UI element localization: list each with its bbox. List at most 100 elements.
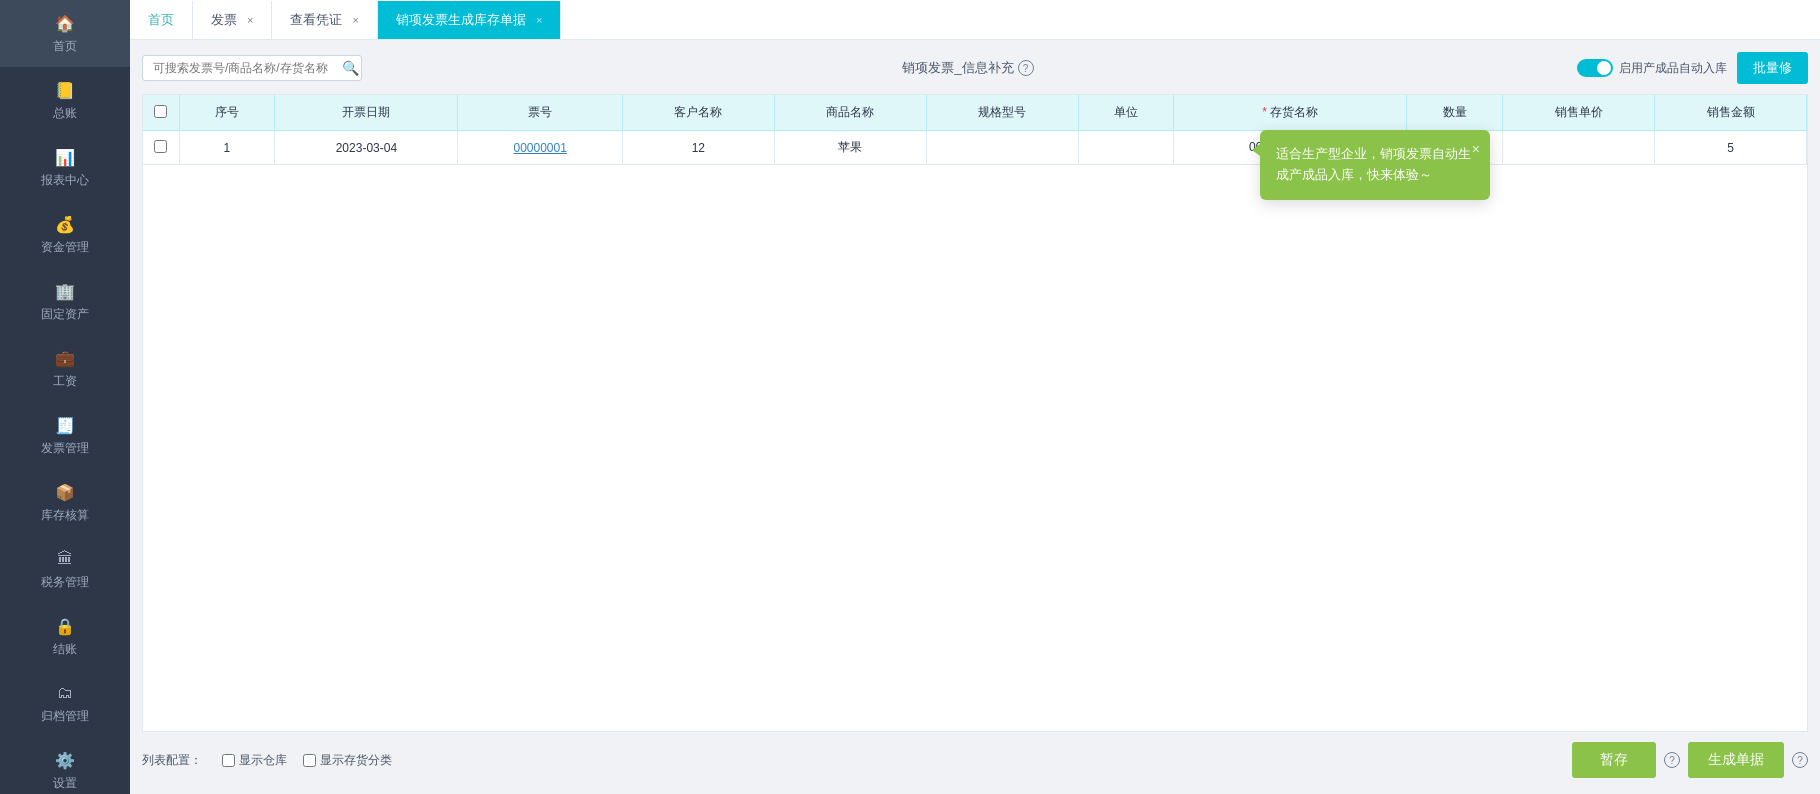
info-label: 销项发票_信息补充 ? (902, 59, 1033, 77)
sidebar-item-tax[interactable]: 🏛 税务管理 (0, 536, 130, 603)
tab-invoice[interactable]: 发票 × (193, 1, 272, 39)
info-help-icon[interactable]: ? (1018, 60, 1034, 76)
sidebar-label-tax: 税务管理 (41, 574, 89, 591)
auto-warehouse-toggle[interactable] (1577, 59, 1613, 77)
tab-bar: 首页 发票 × 查看凭证 × 销项发票生成库存单据 × (130, 0, 1820, 40)
row-spec (926, 131, 1078, 165)
select-all-checkbox[interactable] (154, 105, 167, 118)
inventory-icon: 📦 (54, 481, 76, 503)
settings-icon: ⚙️ (54, 749, 76, 771)
sidebar-label-ledger: 总账 (53, 105, 77, 122)
header-checkbox-cell (143, 95, 179, 131)
sidebar-label-assets: 固定资产 (41, 306, 89, 323)
data-table-wrapper: 序号 开票日期 票号 客户名称 商品名称 规格型号 单位 存货名称 数量 销售单… (142, 94, 1808, 732)
show-category-checkbox[interactable] (303, 754, 316, 767)
sidebar-label-home: 首页 (53, 38, 77, 55)
search-area: 🔍 (142, 55, 359, 81)
header-unit-price: 销售单价 (1503, 95, 1655, 131)
sidebar-item-salary[interactable]: 💼 工资 (0, 335, 130, 402)
sidebar-label-inventory: 库存核算 (41, 507, 89, 524)
row-amount: 5 (1655, 131, 1807, 165)
tab-invoice-label: 发票 (211, 11, 237, 29)
sidebar: 🏠 首页 📒 总账 📊 报表中心 💰 资金管理 🏢 固定资产 💼 工资 🧾 发票… (0, 0, 130, 794)
ticket-link[interactable]: 00000001 (514, 141, 567, 155)
sidebar-label-archive: 归档管理 (41, 708, 89, 725)
sidebar-label-close: 结账 (53, 641, 77, 658)
assets-icon: 🏢 (54, 280, 76, 302)
tooltip-text: 适合生产型企业，销项发票自动生成产成品入库，快来体验～ (1276, 146, 1471, 182)
sidebar-item-inventory[interactable]: 📦 库存核算 (0, 469, 130, 536)
row-product: 苹果 (774, 131, 926, 165)
header-amount: 销售金额 (1655, 95, 1807, 131)
tooltip-popup: × 适合生产型企业，销项发票自动生成产成品入库，快来体验～ (1260, 130, 1490, 200)
tax-icon: 🏛 (54, 548, 76, 570)
generate-button[interactable]: 生成单据 (1688, 742, 1784, 778)
header-seq: 序号 (179, 95, 275, 131)
row-seq: 1 (179, 131, 275, 165)
tab-view-voucher-close[interactable]: × (352, 14, 358, 26)
show-warehouse-label[interactable]: 显示仓库 (222, 752, 287, 769)
sidebar-item-settings[interactable]: ⚙️ 设置 (0, 737, 130, 794)
sidebar-item-home[interactable]: 🏠 首页 (0, 0, 130, 67)
sidebar-item-invoice-mgmt[interactable]: 🧾 发票管理 (0, 402, 130, 469)
main-area: 首页 发票 × 查看凭证 × 销项发票生成库存单据 × 🔍 销项发票_信息补充 … (130, 0, 1820, 794)
tab-view-voucher-label: 查看凭证 (290, 11, 342, 29)
content-area: 🔍 销项发票_信息补充 ? 启用产成品自动入库 批量修 (130, 40, 1820, 794)
data-table: 序号 开票日期 票号 客户名称 商品名称 规格型号 单位 存货名称 数量 销售单… (143, 95, 1807, 165)
show-category-label[interactable]: 显示存货分类 (303, 752, 392, 769)
row-ticket-no[interactable]: 00000001 (458, 131, 622, 165)
tab-cancel-invoice[interactable]: 销项发票生成库存单据 × (378, 1, 561, 39)
save-help-icon[interactable]: ? (1664, 752, 1680, 768)
table-header: 序号 开票日期 票号 客户名称 商品名称 规格型号 单位 存货名称 数量 销售单… (143, 95, 1807, 131)
tab-home-label: 首页 (148, 11, 174, 29)
header-qty: 数量 (1407, 95, 1503, 131)
row-checkbox[interactable] (154, 140, 167, 153)
sidebar-item-funds[interactable]: 💰 资金管理 (0, 201, 130, 268)
row-date: 2023-03-04 (275, 131, 458, 165)
top-bar: 🔍 销项发票_信息补充 ? 启用产成品自动入库 批量修 (142, 52, 1808, 84)
tooltip-close-button[interactable]: × (1472, 138, 1480, 160)
tab-home[interactable]: 首页 (130, 1, 193, 39)
table-row: 1 2023-03-04 00000001 12 苹果 000001 苹果 个 … (143, 131, 1807, 165)
sidebar-item-close[interactable]: 🔒 结账 (0, 603, 130, 670)
tab-view-voucher[interactable]: 查看凭证 × (272, 1, 377, 39)
home-icon: 🏠 (54, 12, 76, 34)
table-body: 1 2023-03-04 00000001 12 苹果 000001 苹果 个 … (143, 131, 1807, 165)
tab-cancel-invoice-label: 销项发票生成库存单据 (396, 11, 526, 29)
search-icon[interactable]: 🔍 (342, 60, 359, 76)
list-config-label: 列表配置： (142, 752, 202, 769)
sidebar-item-reports[interactable]: 📊 报表中心 (0, 134, 130, 201)
save-button[interactable]: 暂存 (1572, 742, 1656, 778)
row-unit-price (1503, 131, 1655, 165)
invoice-mgmt-icon: 🧾 (54, 414, 76, 436)
reports-icon: 📊 (54, 146, 76, 168)
sidebar-label-salary: 工资 (53, 373, 77, 390)
header-inventory: 存货名称 (1174, 95, 1407, 131)
header-product: 商品名称 (774, 95, 926, 131)
salary-icon: 💼 (54, 347, 76, 369)
toggle-area: 启用产成品自动入库 (1577, 59, 1727, 77)
batch-edit-button[interactable]: 批量修 (1737, 52, 1808, 84)
right-controls: 启用产成品自动入库 批量修 (1577, 52, 1808, 84)
funds-icon: 💰 (54, 213, 76, 235)
row-unit (1078, 131, 1174, 165)
info-label-text: 销项发票_信息补充 (902, 59, 1013, 77)
sidebar-item-assets[interactable]: 🏢 固定资产 (0, 268, 130, 335)
show-warehouse-checkbox[interactable] (222, 754, 235, 767)
ledger-icon: 📒 (54, 79, 76, 101)
sidebar-label-settings: 设置 (53, 775, 77, 792)
tab-cancel-invoice-close[interactable]: × (536, 14, 542, 26)
header-ticket-no: 票号 (458, 95, 622, 131)
tab-invoice-close[interactable]: × (247, 14, 253, 26)
header-date: 开票日期 (275, 95, 458, 131)
action-btn-group: 暂存 ? 生成单据 ? (1572, 742, 1808, 778)
gen-help-icon[interactable]: ? (1792, 752, 1808, 768)
show-warehouse-text: 显示仓库 (239, 752, 287, 769)
header-unit: 单位 (1078, 95, 1174, 131)
sidebar-label-invoice-mgmt: 发票管理 (41, 440, 89, 457)
sidebar-item-archive[interactable]: 🗂 归档管理 (0, 670, 130, 737)
header-spec: 规格型号 (926, 95, 1078, 131)
search-input[interactable] (142, 55, 362, 81)
sidebar-item-ledger[interactable]: 📒 总账 (0, 67, 130, 134)
row-customer: 12 (622, 131, 774, 165)
